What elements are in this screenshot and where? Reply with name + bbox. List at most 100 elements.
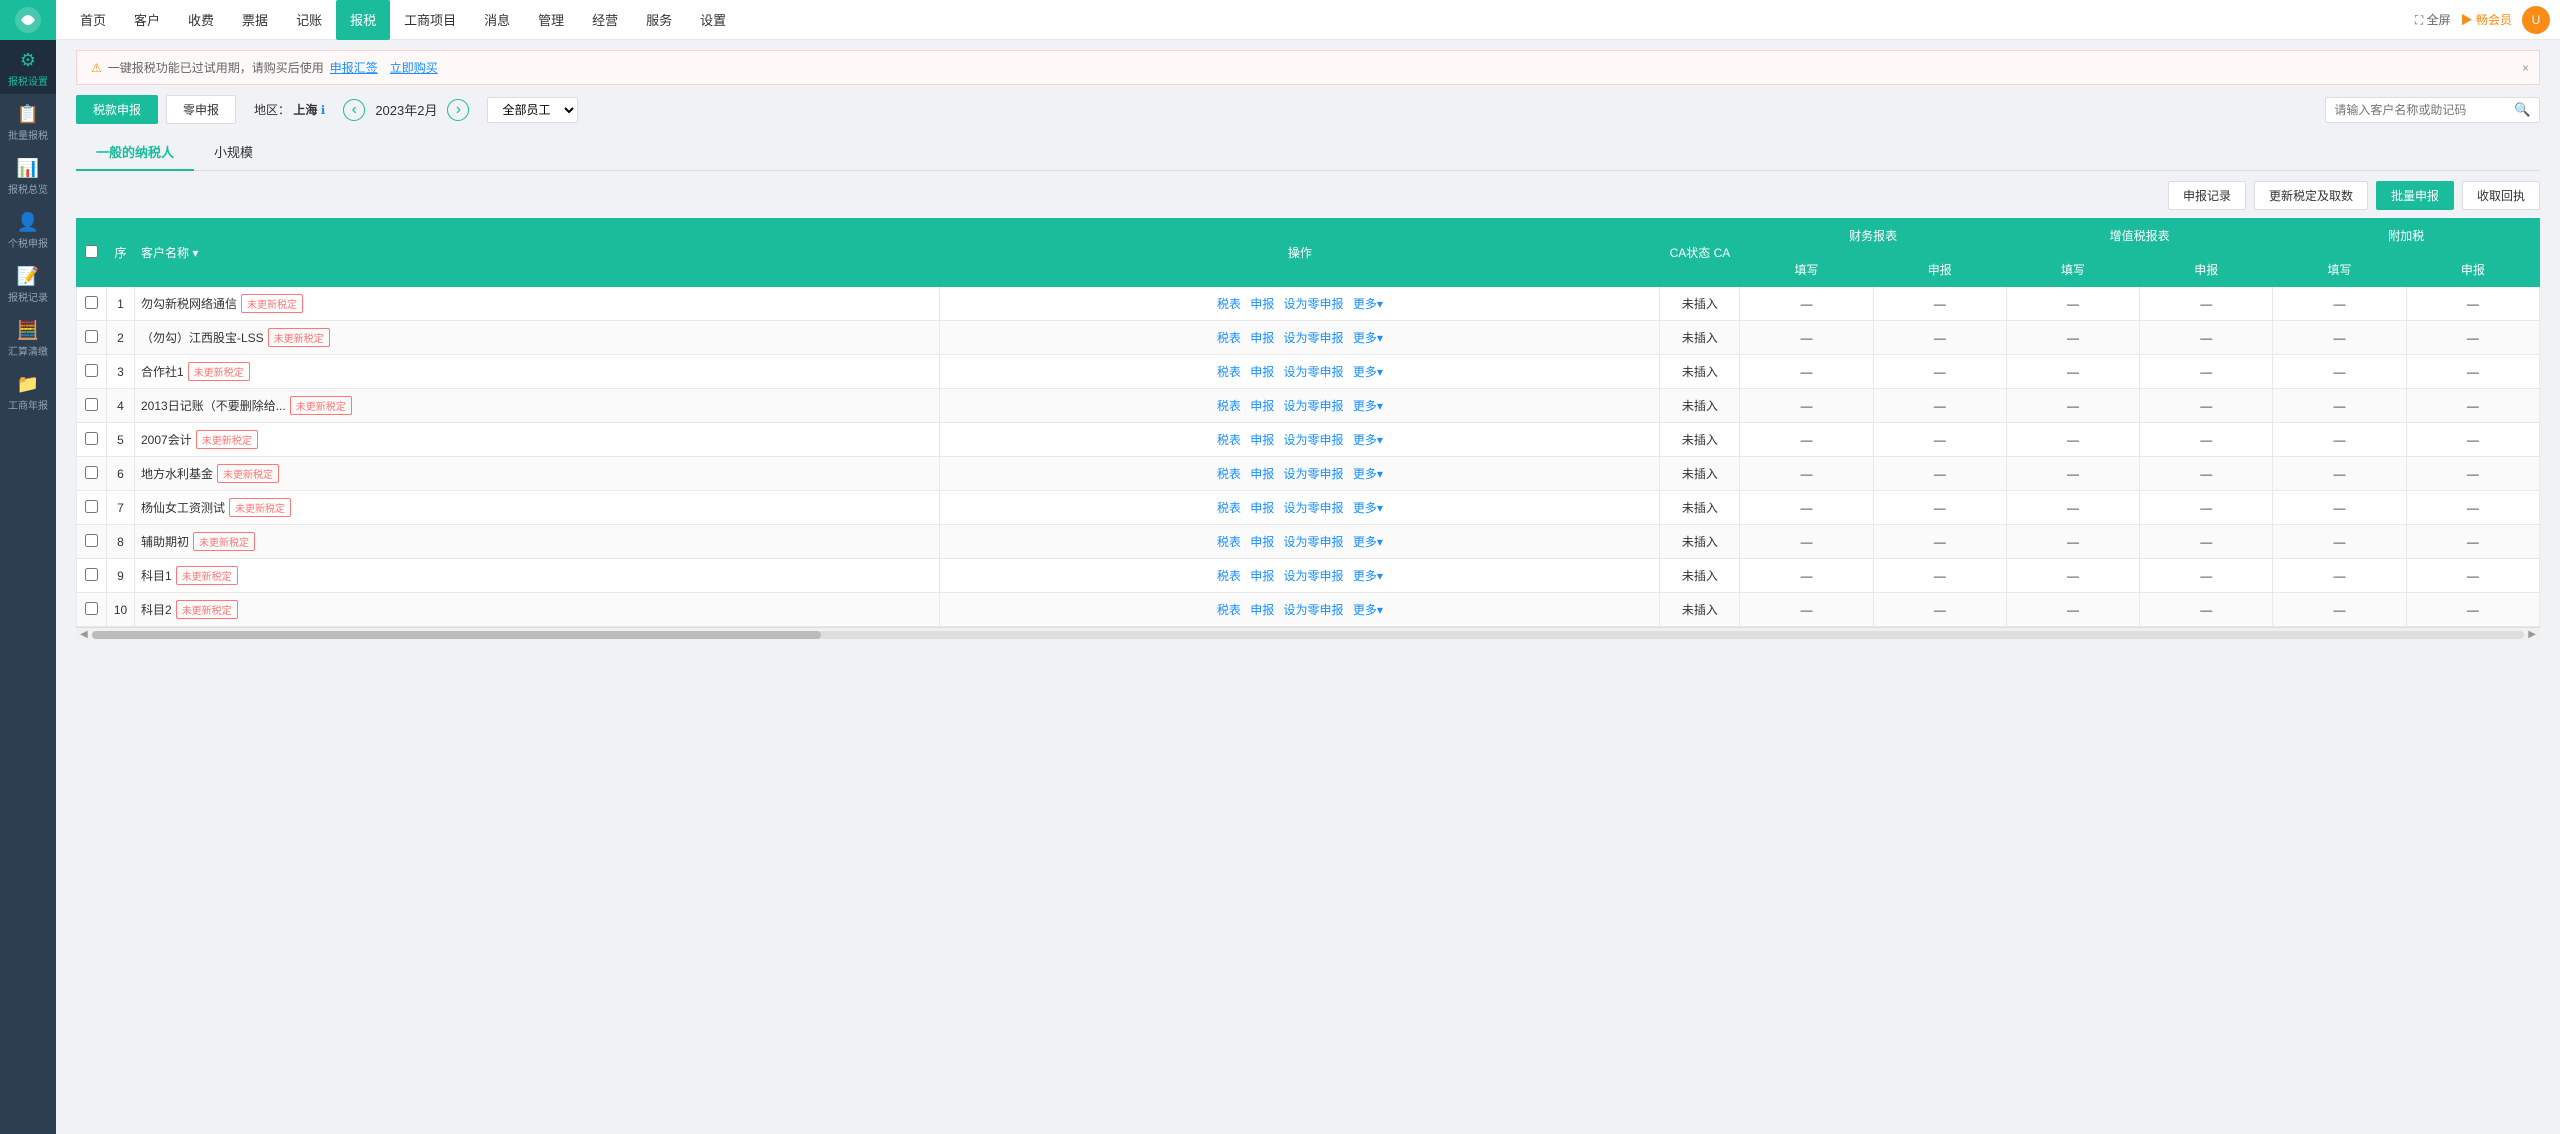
op-more[interactable]: 更多▾	[1353, 467, 1383, 481]
nav-client[interactable]: 客户	[120, 0, 174, 40]
employee-select[interactable]: 全部员工	[487, 97, 578, 123]
folder-icon: 📁	[17, 374, 39, 395]
row-checkbox[interactable]	[77, 321, 107, 355]
op-more[interactable]: 更多▾	[1353, 569, 1383, 583]
nav-biz[interactable]: 工商项目	[390, 0, 470, 40]
op-tax-form[interactable]: 税表	[1217, 569, 1241, 583]
fullscreen-btn[interactable]: ⛶ 全屏	[2415, 11, 2451, 28]
op-zero-declare[interactable]: 设为零申报	[1284, 603, 1344, 617]
op-more[interactable]: 更多▾	[1353, 297, 1383, 311]
op-tax-form[interactable]: 税表	[1217, 433, 1241, 447]
op-zero-declare[interactable]: 设为零申报	[1284, 331, 1344, 345]
op-declare[interactable]: 申报	[1250, 331, 1274, 345]
row-checkbox[interactable]	[77, 355, 107, 389]
date-prev-btn[interactable]: ‹	[343, 99, 365, 121]
row-checkbox[interactable]	[77, 423, 107, 457]
op-more[interactable]: 更多▾	[1353, 603, 1383, 617]
collect-receipt-btn[interactable]: 收取回执	[2462, 181, 2540, 210]
row-checkbox[interactable]	[77, 525, 107, 559]
sidebar: ⚙ 报税设置 📋 批量报税 📊 报税总览 👤 个税申报 📝 报税记录 🧮 汇算清…	[0, 0, 56, 1134]
row-add-declare: —	[2406, 287, 2539, 321]
date-next-btn[interactable]: ›	[447, 99, 469, 121]
banner-link2[interactable]: 立即购买	[390, 59, 438, 76]
op-tax-form[interactable]: 税表	[1217, 501, 1241, 515]
nav-invoice[interactable]: 票据	[228, 0, 282, 40]
tab-zero-declare[interactable]: 零申报	[166, 95, 236, 124]
select-all-checkbox[interactable]	[85, 245, 98, 258]
nav-accounting[interactable]: 记账	[282, 0, 336, 40]
tab-tax-declare[interactable]: 税款申报	[76, 95, 158, 124]
op-tax-form[interactable]: 税表	[1217, 467, 1241, 481]
user-avatar[interactable]: U	[2522, 6, 2550, 34]
op-declare[interactable]: 申报	[1250, 603, 1274, 617]
sidebar-item-tax-settings[interactable]: ⚙ 报税设置	[0, 40, 56, 94]
op-zero-declare[interactable]: 设为零申报	[1284, 535, 1344, 549]
op-declare[interactable]: 申报	[1250, 297, 1274, 311]
row-checkbox[interactable]	[77, 593, 107, 627]
nav-operation[interactable]: 经营	[578, 0, 632, 40]
row-checkbox[interactable]	[77, 457, 107, 491]
sidebar-item-batch-tax[interactable]: 📋 批量报税	[0, 94, 56, 148]
declare-record-btn[interactable]: 申报记录	[2168, 181, 2246, 210]
nav-manage[interactable]: 管理	[524, 0, 578, 40]
nav-message[interactable]: 消息	[470, 0, 524, 40]
scrollbar-track[interactable]	[92, 631, 2525, 639]
scroll-left-btn[interactable]: ◀	[80, 629, 88, 640]
sidebar-item-tax-record[interactable]: 📝 报税记录	[0, 256, 56, 310]
batch-declare-btn[interactable]: 批量申报	[2376, 181, 2454, 210]
op-declare[interactable]: 申报	[1250, 399, 1274, 413]
tab-small-scale[interactable]: 小规模	[194, 134, 273, 171]
op-more[interactable]: 更多▾	[1353, 433, 1383, 447]
member-btn[interactable]: ▶ 畅会员	[2461, 11, 2512, 28]
tax-type-tabs: 一般的纳税人 小规模	[76, 134, 2540, 171]
op-zero-declare[interactable]: 设为零申报	[1284, 399, 1344, 413]
op-declare[interactable]: 申报	[1250, 535, 1274, 549]
th-tax-fill: 填写	[2006, 253, 2139, 287]
op-zero-declare[interactable]: 设为零申报	[1284, 365, 1344, 379]
scroll-right-btn[interactable]: ▶	[2528, 629, 2536, 640]
nav-tax[interactable]: 报税	[336, 0, 390, 40]
sidebar-item-calc-clear[interactable]: 🧮 汇算清缴	[0, 310, 56, 364]
op-more[interactable]: 更多▾	[1353, 399, 1383, 413]
scrollbar-thumb[interactable]	[92, 631, 822, 639]
sidebar-item-tax-overview[interactable]: 📊 报税总览	[0, 148, 56, 202]
sidebar-item-biz-report[interactable]: 📁 工商年报	[0, 364, 56, 418]
op-tax-form[interactable]: 税表	[1217, 399, 1241, 413]
search-input[interactable]	[2326, 99, 2506, 121]
banner-close-btn[interactable]: ×	[2522, 61, 2529, 75]
op-more[interactable]: 更多▾	[1353, 501, 1383, 515]
banner-link1[interactable]: 申报汇签	[330, 59, 378, 76]
nav-service[interactable]: 服务	[632, 0, 686, 40]
op-declare[interactable]: 申报	[1250, 365, 1274, 379]
row-checkbox[interactable]	[77, 287, 107, 321]
nav-fee[interactable]: 收费	[174, 0, 228, 40]
nav-home[interactable]: 首页	[66, 0, 120, 40]
op-tax-form[interactable]: 税表	[1217, 297, 1241, 311]
row-checkbox[interactable]	[77, 491, 107, 525]
op-tax-form[interactable]: 税表	[1217, 331, 1241, 345]
tab-general-taxpayer[interactable]: 一般的纳税人	[76, 134, 194, 171]
op-tax-form[interactable]: 税表	[1217, 603, 1241, 617]
row-add-fill: —	[2273, 389, 2406, 423]
horizontal-scrollbar[interactable]: ◀ ▶	[76, 627, 2540, 641]
op-zero-declare[interactable]: 设为零申报	[1284, 467, 1344, 481]
row-checkbox[interactable]	[77, 559, 107, 593]
update-tax-btn[interactable]: 更新税定及取数	[2254, 181, 2368, 210]
op-more[interactable]: 更多▾	[1353, 535, 1383, 549]
op-declare[interactable]: 申报	[1250, 467, 1274, 481]
op-declare[interactable]: 申报	[1250, 501, 1274, 515]
op-more[interactable]: 更多▾	[1353, 331, 1383, 345]
sidebar-item-personal-tax[interactable]: 👤 个税申报	[0, 202, 56, 256]
op-zero-declare[interactable]: 设为零申报	[1284, 297, 1344, 311]
op-zero-declare[interactable]: 设为零申报	[1284, 433, 1344, 447]
op-more[interactable]: 更多▾	[1353, 365, 1383, 379]
op-zero-declare[interactable]: 设为零申报	[1284, 569, 1344, 583]
op-declare[interactable]: 申报	[1250, 433, 1274, 447]
op-zero-declare[interactable]: 设为零申报	[1284, 501, 1344, 515]
op-tax-form[interactable]: 税表	[1217, 535, 1241, 549]
op-tax-form[interactable]: 税表	[1217, 365, 1241, 379]
row-checkbox[interactable]	[77, 389, 107, 423]
search-button[interactable]: 🔍	[2506, 98, 2539, 122]
nav-settings[interactable]: 设置	[686, 0, 740, 40]
op-declare[interactable]: 申报	[1250, 569, 1274, 583]
